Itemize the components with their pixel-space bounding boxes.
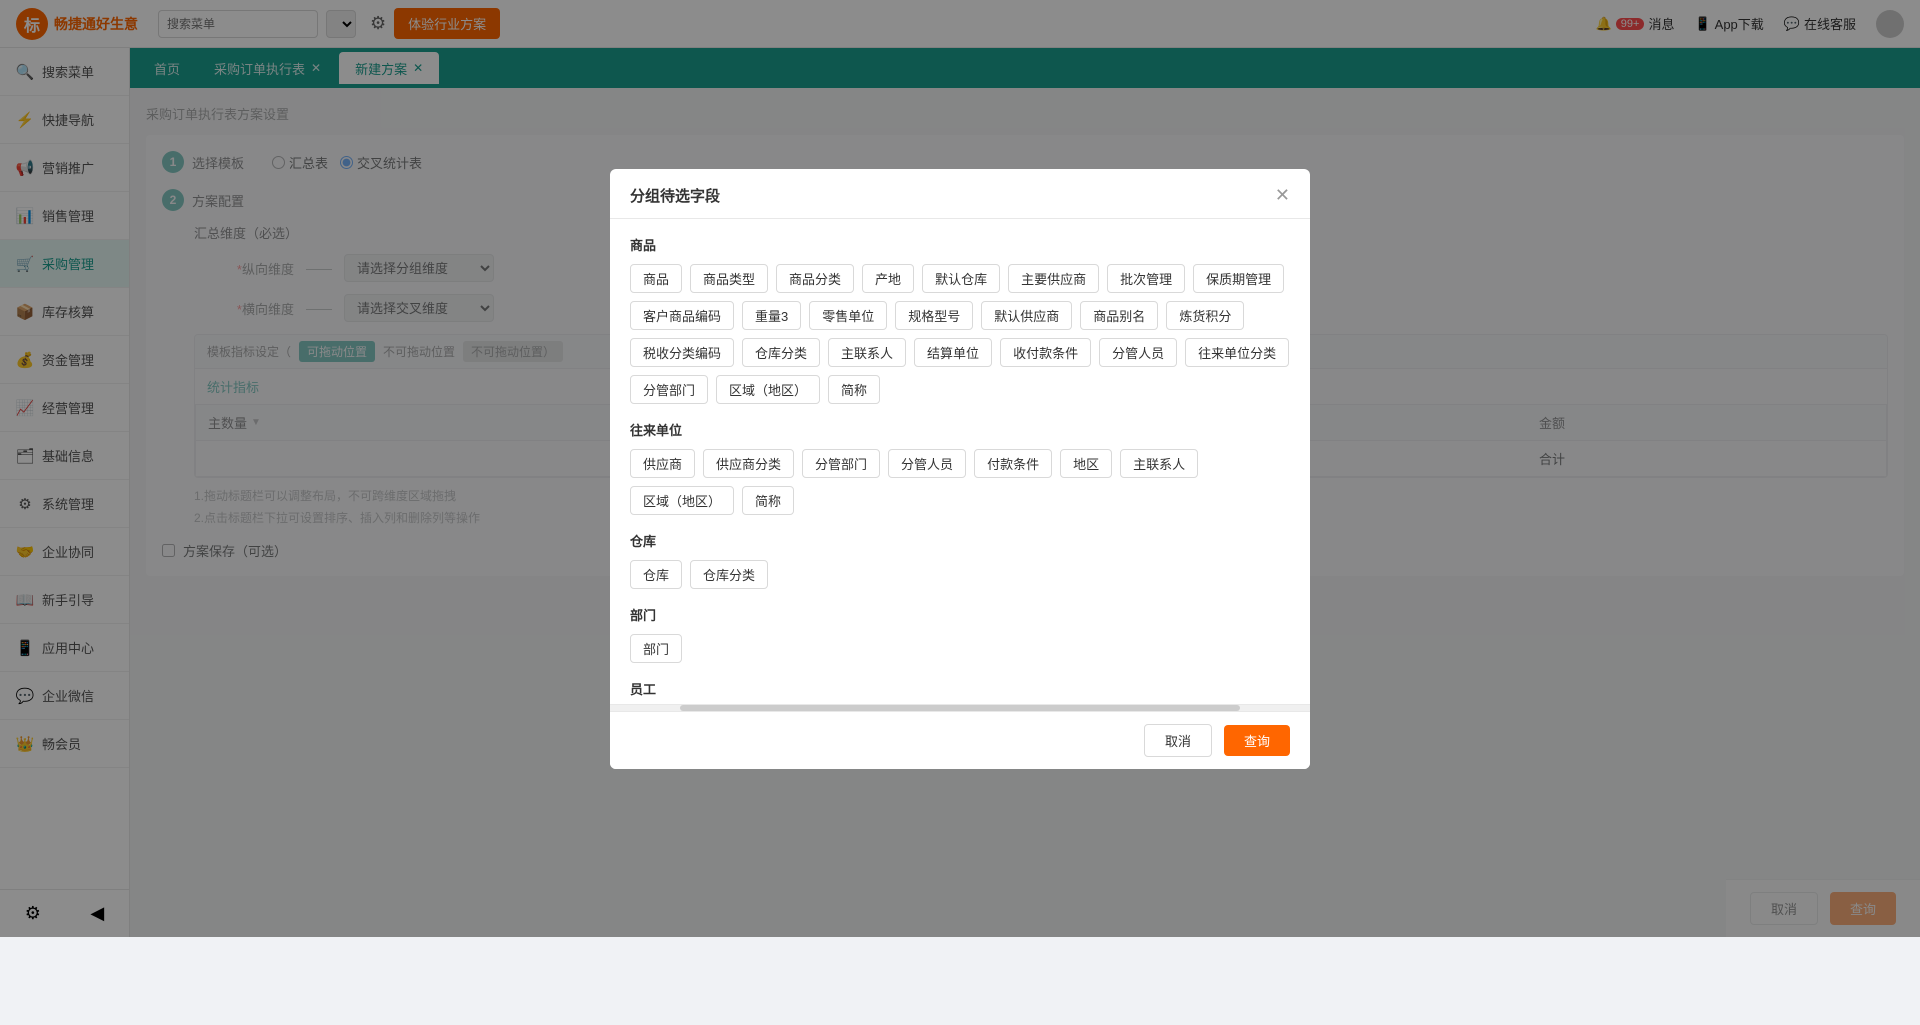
field-tag-goods-14[interactable]: 炼货积分 bbox=[1166, 301, 1244, 330]
section-department-title: 部门 bbox=[630, 605, 1290, 624]
field-tag-goods-9[interactable]: 重量3 bbox=[742, 301, 801, 330]
field-tag-partner-5[interactable]: 地区 bbox=[1060, 449, 1112, 478]
field-tag-goods-21[interactable]: 往来单位分类 bbox=[1185, 338, 1289, 367]
field-tag-goods-10[interactable]: 零售单位 bbox=[809, 301, 887, 330]
section-department-tags: 部门 bbox=[630, 634, 1290, 663]
field-tag-goods-16[interactable]: 仓库分类 bbox=[742, 338, 820, 367]
field-tag-goods-3[interactable]: 产地 bbox=[862, 264, 914, 293]
modal-footer: 取消 查询 bbox=[610, 711, 1310, 769]
modal-confirm-button[interactable]: 查询 bbox=[1224, 725, 1290, 756]
field-tag-partner-8[interactable]: 简称 bbox=[742, 486, 794, 515]
field-tag-goods-24[interactable]: 简称 bbox=[828, 375, 880, 404]
field-tag-partner-2[interactable]: 分管部门 bbox=[802, 449, 880, 478]
field-tag-partner-4[interactable]: 付款条件 bbox=[974, 449, 1052, 478]
section-goods: 商品 商品 商品类型 商品分类 产地 默认仓库 主要供应商 批次管理 保质期管理… bbox=[630, 235, 1290, 404]
field-tag-goods-8[interactable]: 客户商品编码 bbox=[630, 301, 734, 330]
section-employee-title: 员工 bbox=[630, 679, 1290, 698]
field-tag-warehouse-0[interactable]: 仓库 bbox=[630, 560, 682, 589]
field-tag-goods-2[interactable]: 商品分类 bbox=[776, 264, 854, 293]
field-tag-warehouse-1[interactable]: 仓库分类 bbox=[690, 560, 768, 589]
field-tag-goods-20[interactable]: 分管人员 bbox=[1099, 338, 1177, 367]
section-employee: 员工 业务员 bbox=[630, 679, 1290, 705]
section-goods-title: 商品 bbox=[630, 235, 1290, 254]
field-tag-goods-18[interactable]: 结算单位 bbox=[914, 338, 992, 367]
field-tag-goods-1[interactable]: 商品类型 bbox=[690, 264, 768, 293]
modal: 分组待选字段 ✕ 商品 商品 商品类型 商品分类 产地 默认仓库 主要供应商 批… bbox=[610, 169, 1310, 769]
section-warehouse: 仓库 仓库 仓库分类 bbox=[630, 531, 1290, 589]
field-tag-goods-5[interactable]: 主要供应商 bbox=[1008, 264, 1099, 293]
modal-hscroll[interactable] bbox=[610, 704, 1310, 710]
field-tag-partner-0[interactable]: 供应商 bbox=[630, 449, 695, 478]
field-tag-goods-15[interactable]: 税收分类编码 bbox=[630, 338, 734, 367]
section-goods-tags: 商品 商品类型 商品分类 产地 默认仓库 主要供应商 批次管理 保质期管理 客户… bbox=[630, 264, 1290, 404]
field-tag-goods-0[interactable]: 商品 bbox=[630, 264, 682, 293]
section-partner-title: 往来单位 bbox=[630, 420, 1290, 439]
modal-hscroll-thumb bbox=[680, 705, 1240, 710]
section-warehouse-tags: 仓库 仓库分类 bbox=[630, 560, 1290, 589]
section-warehouse-title: 仓库 bbox=[630, 531, 1290, 550]
modal-title: 分组待选字段 bbox=[630, 185, 720, 206]
modal-close-button[interactable]: ✕ bbox=[1275, 185, 1290, 206]
field-tag-department-0[interactable]: 部门 bbox=[630, 634, 682, 663]
field-tag-partner-6[interactable]: 主联系人 bbox=[1120, 449, 1198, 478]
field-tag-goods-7[interactable]: 保质期管理 bbox=[1193, 264, 1284, 293]
field-tag-partner-7[interactable]: 区域（地区） bbox=[630, 486, 734, 515]
modal-body[interactable]: 商品 商品 商品类型 商品分类 产地 默认仓库 主要供应商 批次管理 保质期管理… bbox=[610, 219, 1310, 705]
field-tag-goods-23[interactable]: 区域（地区） bbox=[716, 375, 820, 404]
field-tag-partner-3[interactable]: 分管人员 bbox=[888, 449, 966, 478]
field-tag-partner-1[interactable]: 供应商分类 bbox=[703, 449, 794, 478]
field-tag-goods-6[interactable]: 批次管理 bbox=[1107, 264, 1185, 293]
field-tag-goods-11[interactable]: 规格型号 bbox=[895, 301, 973, 330]
section-partner-tags: 供应商 供应商分类 分管部门 分管人员 付款条件 地区 主联系人 区域（地区） … bbox=[630, 449, 1290, 515]
field-tag-goods-17[interactable]: 主联系人 bbox=[828, 338, 906, 367]
field-tag-goods-19[interactable]: 收付款条件 bbox=[1000, 338, 1091, 367]
field-tag-goods-22[interactable]: 分管部门 bbox=[630, 375, 708, 404]
field-tag-goods-13[interactable]: 商品别名 bbox=[1080, 301, 1158, 330]
modal-cancel-button[interactable]: 取消 bbox=[1144, 724, 1212, 757]
modal-header: 分组待选字段 ✕ bbox=[610, 169, 1310, 219]
modal-overlay: 分组待选字段 ✕ 商品 商品 商品类型 商品分类 产地 默认仓库 主要供应商 批… bbox=[0, 0, 1920, 937]
field-tag-goods-12[interactable]: 默认供应商 bbox=[981, 301, 1072, 330]
section-partner: 往来单位 供应商 供应商分类 分管部门 分管人员 付款条件 地区 主联系人 区域… bbox=[630, 420, 1290, 515]
field-tag-goods-4[interactable]: 默认仓库 bbox=[922, 264, 1000, 293]
section-department: 部门 部门 bbox=[630, 605, 1290, 663]
